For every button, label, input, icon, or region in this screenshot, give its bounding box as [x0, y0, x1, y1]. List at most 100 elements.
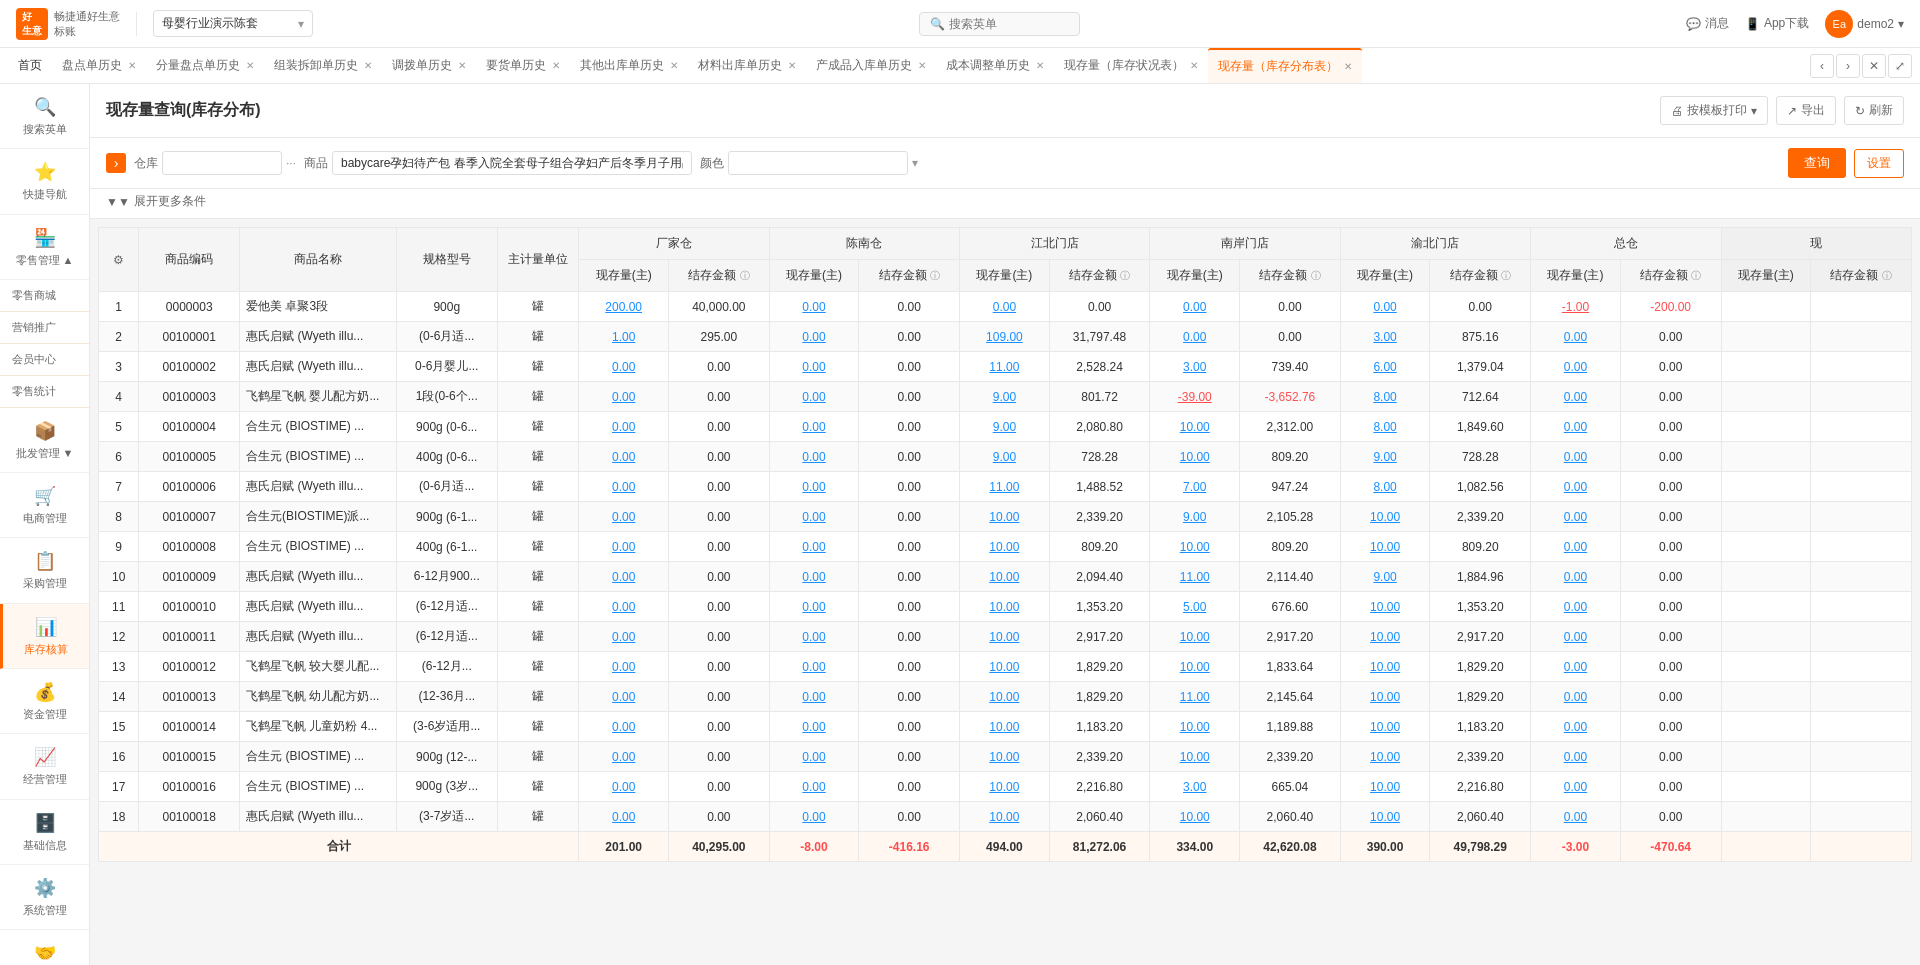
tab-cost-adjust[interactable]: 成本调整单历史 ✕: [936, 48, 1054, 84]
tab-home[interactable]: 首页: [8, 48, 52, 84]
sidebar-subitem-store[interactable]: 零售商城: [0, 280, 89, 312]
sidebar-item-wholesale[interactable]: 📦 批发管理 ▼: [0, 408, 89, 473]
cell-jbn-qty[interactable]: 11.00: [960, 472, 1050, 502]
cell-jbn-qty[interactable]: 9.00: [960, 412, 1050, 442]
cell-yub-qty[interactable]: 10.00: [1340, 592, 1430, 622]
color-input[interactable]: [728, 151, 908, 175]
cell-npa-qty[interactable]: 10.00: [1150, 742, 1240, 772]
refresh-btn[interactable]: ↻ 刷新: [1844, 96, 1904, 125]
close-icon[interactable]: ✕: [246, 60, 254, 71]
product-input[interactable]: [332, 151, 692, 175]
cell-npa-qty[interactable]: 10.00: [1150, 412, 1240, 442]
cell-fac-qty[interactable]: 0.00: [579, 502, 669, 532]
cell-tot-qty[interactable]: 0.00: [1531, 472, 1621, 502]
sidebar-item-ecommerce[interactable]: 🛒 电商管理: [0, 473, 89, 538]
cell-npa-qty[interactable]: 10.00: [1150, 652, 1240, 682]
close-icon[interactable]: ✕: [788, 60, 796, 71]
cell-cnn-qty[interactable]: 0.00: [769, 652, 859, 682]
cell-fac-qty[interactable]: 0.00: [579, 472, 669, 502]
cell-cnn-qty[interactable]: 0.00: [769, 622, 859, 652]
cell-jbn-qty[interactable]: 109.00: [960, 322, 1050, 352]
cell-fac-qty[interactable]: 1.00: [579, 322, 669, 352]
nav-prev-btn[interactable]: ‹: [1810, 54, 1834, 78]
cell-npa-qty[interactable]: 10.00: [1150, 532, 1240, 562]
cell-cnn-qty[interactable]: 0.00: [769, 472, 859, 502]
cell-cnn-qty[interactable]: 0.00: [769, 412, 859, 442]
setting-btn[interactable]: 设置: [1854, 149, 1904, 178]
cell-yub-qty[interactable]: 6.00: [1340, 352, 1430, 382]
cell-yub-qty[interactable]: 3.00: [1340, 322, 1430, 352]
color-chevron-icon[interactable]: ▾: [912, 156, 918, 170]
cell-npa-qty[interactable]: 3.00: [1150, 352, 1240, 382]
cell-npa-qty[interactable]: 11.00: [1150, 562, 1240, 592]
sidebar-subitem-stat[interactable]: 零售统计: [0, 376, 89, 408]
cell-yub-qty[interactable]: 10.00: [1340, 712, 1430, 742]
sidebar-item-retail[interactable]: 🏪 零售管理 ▲: [0, 215, 89, 280]
close-icon[interactable]: ✕: [670, 60, 678, 71]
cell-cnn-qty[interactable]: 0.00: [769, 772, 859, 802]
cell-tot-qty[interactable]: 0.00: [1531, 592, 1621, 622]
sidebar-item-purchase[interactable]: 📋 采购管理: [0, 538, 89, 603]
cell-cnn-qty[interactable]: 0.00: [769, 292, 859, 322]
filter-toggle-btn[interactable]: ›: [106, 153, 126, 173]
cell-tot-qty[interactable]: 0.00: [1531, 382, 1621, 412]
tab-other-out[interactable]: 其他出库单历史 ✕: [570, 48, 688, 84]
cell-jbn-qty[interactable]: 10.00: [960, 772, 1050, 802]
cell-tot-qty[interactable]: 0.00: [1531, 442, 1621, 472]
cell-fac-qty[interactable]: 0.00: [579, 592, 669, 622]
cell-yub-qty[interactable]: 10.00: [1340, 742, 1430, 772]
cell-npa-qty[interactable]: 11.00: [1150, 682, 1240, 712]
cell-jbn-qty[interactable]: 10.00: [960, 502, 1050, 532]
cell-tot-qty[interactable]: 0.00: [1531, 742, 1621, 772]
expand-filter-btn[interactable]: ▼▼ 展开更多条件: [106, 193, 1904, 210]
global-search[interactable]: 🔍: [919, 12, 1080, 36]
cell-jbn-qty[interactable]: 10.00: [960, 592, 1050, 622]
cell-fac-qty[interactable]: 0.00: [579, 652, 669, 682]
tab-inventory-history[interactable]: 盘点单历史 ✕: [52, 48, 146, 84]
settings-icon[interactable]: ⚙: [113, 253, 124, 267]
cell-jbn-qty[interactable]: 10.00: [960, 532, 1050, 562]
cell-tot-qty[interactable]: 0.00: [1531, 352, 1621, 382]
close-icon[interactable]: ✕: [1190, 60, 1198, 71]
cell-npa-qty[interactable]: 10.00: [1150, 442, 1240, 472]
cell-yub-qty[interactable]: 10.00: [1340, 682, 1430, 712]
cell-cnn-qty[interactable]: 0.00: [769, 442, 859, 472]
tab-transfer[interactable]: 调拨单历史 ✕: [382, 48, 476, 84]
cell-jbn-qty[interactable]: 10.00: [960, 562, 1050, 592]
cell-npa-qty[interactable]: 0.00: [1150, 292, 1240, 322]
cell-jbn-qty[interactable]: 11.00: [960, 352, 1050, 382]
cell-yub-qty[interactable]: 8.00: [1340, 412, 1430, 442]
warehouse-input[interactable]: [162, 151, 282, 175]
cell-yub-qty[interactable]: 8.00: [1340, 472, 1430, 502]
user-menu[interactable]: Ea demo2 ▾: [1825, 10, 1904, 38]
cell-npa-qty[interactable]: 7.00: [1150, 472, 1240, 502]
cell-cnn-qty[interactable]: 0.00: [769, 592, 859, 622]
cell-tot-qty[interactable]: 0.00: [1531, 532, 1621, 562]
cell-npa-qty[interactable]: 10.00: [1150, 712, 1240, 742]
sidebar-item-base[interactable]: 🗄️ 基础信息: [0, 800, 89, 865]
close-icon[interactable]: ✕: [552, 60, 560, 71]
cell-fac-qty[interactable]: 0.00: [579, 442, 669, 472]
message-btn[interactable]: 💬 消息: [1686, 15, 1729, 32]
close-icon[interactable]: ✕: [1036, 60, 1044, 71]
cell-fac-qty[interactable]: 200.00: [579, 292, 669, 322]
sidebar-item-system[interactable]: ⚙️ 系统管理: [0, 865, 89, 930]
tab-assembly[interactable]: 组装拆卸单历史 ✕: [264, 48, 382, 84]
cell-cnn-qty[interactable]: 0.00: [769, 742, 859, 772]
cell-jbn-qty[interactable]: 10.00: [960, 712, 1050, 742]
cell-cnn-qty[interactable]: 0.00: [769, 382, 859, 412]
cell-fac-qty[interactable]: 0.00: [579, 382, 669, 412]
cell-cnn-qty[interactable]: 0.00: [769, 502, 859, 532]
cell-tot-qty[interactable]: 0.00: [1531, 322, 1621, 352]
cell-tot-qty[interactable]: 0.00: [1531, 682, 1621, 712]
cell-cnn-qty[interactable]: 0.00: [769, 352, 859, 382]
tab-stock-dist[interactable]: 现存量（库存分布表）✕: [1208, 48, 1362, 84]
sidebar-item-inventory[interactable]: 📊 库存核算: [0, 604, 89, 669]
cell-cnn-qty[interactable]: 0.00: [769, 562, 859, 592]
cell-jbn-qty[interactable]: 10.00: [960, 622, 1050, 652]
cell-npa-qty[interactable]: 5.00: [1150, 592, 1240, 622]
cell-jbn-qty[interactable]: 9.00: [960, 442, 1050, 472]
query-btn[interactable]: 查询: [1788, 148, 1846, 178]
cell-cnn-qty[interactable]: 0.00: [769, 712, 859, 742]
cell-tot-qty[interactable]: 0.00: [1531, 502, 1621, 532]
